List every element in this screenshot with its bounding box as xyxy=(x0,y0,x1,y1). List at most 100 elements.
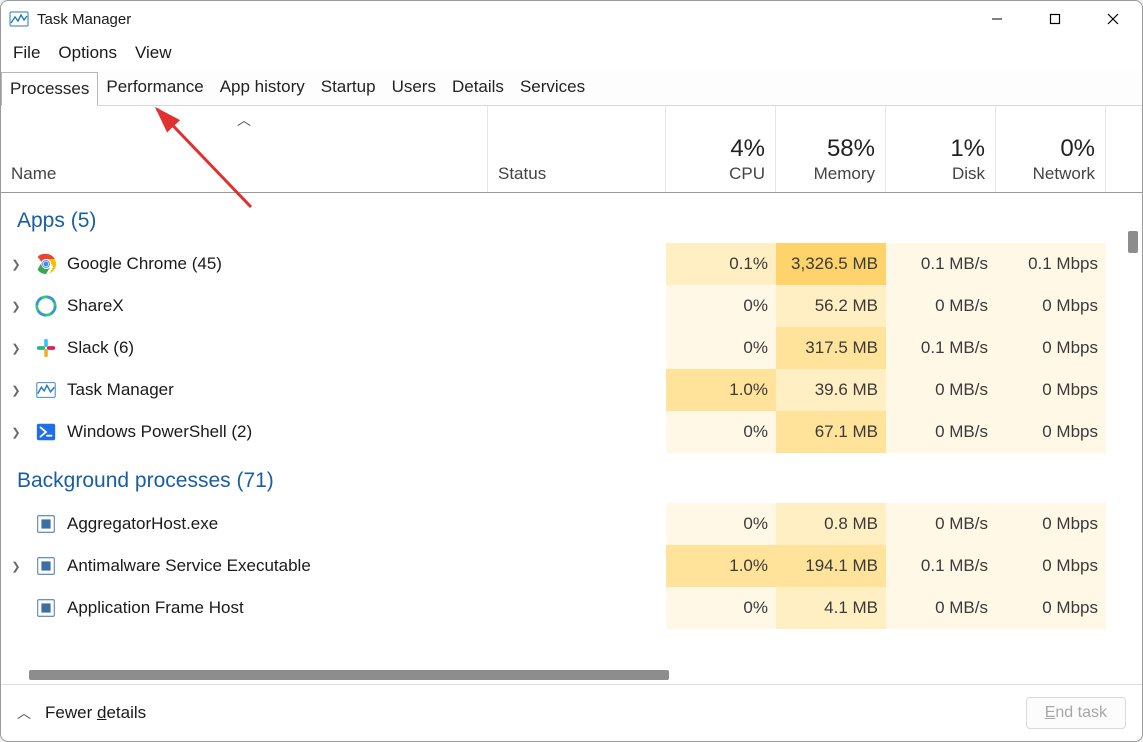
cell-status xyxy=(488,545,666,587)
cell-name: ❯Windows PowerShell (2) xyxy=(1,411,488,453)
cell-name: ❯ Task Manager xyxy=(1,369,488,411)
process-row[interactable]: ❯Task Manager1.0%39.6 MB0 MB/s0 Mbps xyxy=(1,369,1124,411)
process-icon xyxy=(35,253,57,275)
cell-network: 0 Mbps xyxy=(996,587,1106,629)
header-disk[interactable]: 1% Disk xyxy=(886,106,996,192)
cell-name: AggregatorHost.exe xyxy=(1,503,488,545)
process-row[interactable]: Application Frame Host0%4.1 MB0 MB/s0 Mb… xyxy=(1,587,1124,629)
menu-file[interactable]: File xyxy=(7,39,52,67)
cell-status xyxy=(488,411,666,453)
cell-memory: 4.1 MB xyxy=(776,587,886,629)
header-status[interactable]: Status xyxy=(488,106,666,192)
cell-cpu: 0.1% xyxy=(666,243,776,285)
chevron-up-icon: ︿ xyxy=(17,703,31,723)
tab-app-history[interactable]: App history xyxy=(212,71,313,105)
footer-bar: ︿ Fewer details End task xyxy=(1,684,1142,741)
cell-network: 0 Mbps xyxy=(996,545,1106,587)
process-icon xyxy=(35,555,57,577)
header-cpu-value: 4% xyxy=(730,135,765,164)
cell-cpu: 0% xyxy=(666,503,776,545)
fewer-details-label: Fewer details xyxy=(45,703,146,723)
vertical-scroll-thumb[interactable] xyxy=(1128,231,1138,253)
header-network-label: Network xyxy=(1033,164,1095,184)
cell-network: 0 Mbps xyxy=(996,369,1106,411)
titlebar-left: Task Manager xyxy=(9,9,131,29)
tab-services[interactable]: Services xyxy=(512,71,593,105)
cell-disk: 0.1 MB/s xyxy=(886,243,996,285)
process-row[interactable]: ❯Google Chrome (45)0.1%3,326.5 MB0.1 MB/… xyxy=(1,243,1124,285)
process-icon xyxy=(35,597,57,619)
header-network-value: 0% xyxy=(1060,135,1095,164)
process-row[interactable]: ❯ShareX0%56.2 MB0 MB/s0 Mbps xyxy=(1,285,1124,327)
tab-startup[interactable]: Startup xyxy=(313,71,384,105)
cell-network: 0.1 Mbps xyxy=(996,243,1106,285)
cell-status xyxy=(488,243,666,285)
cell-name: ❯ Google Chrome (45) xyxy=(1,243,488,285)
cell-name: ❯ Antimalware Service Executable xyxy=(1,545,488,587)
process-name: Task Manager xyxy=(67,380,174,400)
close-button[interactable] xyxy=(1084,1,1142,37)
cell-name: ❯ ShareX xyxy=(1,285,488,327)
sort-caret-icon: ︿ xyxy=(237,110,251,130)
header-name-label: Name xyxy=(11,164,477,184)
horizontal-scroll-thumb[interactable] xyxy=(29,670,669,680)
process-name: Antimalware Service Executable xyxy=(67,556,311,576)
window-title: Task Manager xyxy=(37,11,131,28)
process-icon xyxy=(35,513,57,535)
tab-performance[interactable]: Performance xyxy=(98,71,211,105)
expand-chevron-icon[interactable]: ❯ xyxy=(7,300,25,313)
cell-cpu: 0% xyxy=(666,411,776,453)
header-network[interactable]: 0% Network xyxy=(996,106,1106,192)
cell-name: ❯Slack (6) xyxy=(1,327,488,369)
group-header[interactable]: Background processes (71) xyxy=(1,453,1124,503)
window-controls xyxy=(968,1,1142,37)
header-memory[interactable]: 58% Memory xyxy=(776,106,886,192)
tab-processes[interactable]: Processes xyxy=(1,72,98,106)
expand-chevron-icon[interactable]: ❯ xyxy=(7,560,25,573)
header-name[interactable]: ︿ Name xyxy=(1,106,488,192)
process-list-viewport: Apps (5)❯Google Chrome (45)0.1%3,326.5 M… xyxy=(1,193,1142,684)
process-row[interactable]: ❯Slack (6)0%317.5 MB0.1 MB/s0 Mbps xyxy=(1,327,1124,369)
cell-memory: 0.8 MB xyxy=(776,503,886,545)
process-row[interactable]: ❯Antimalware Service Executable1.0%194.1… xyxy=(1,545,1124,587)
cell-memory: 67.1 MB xyxy=(776,411,886,453)
tab-details[interactable]: Details xyxy=(444,71,512,105)
process-name: ShareX xyxy=(67,296,124,316)
process-icon xyxy=(35,337,57,359)
process-row[interactable]: AggregatorHost.exe0%0.8 MB0 MB/s0 Mbps xyxy=(1,503,1124,545)
cell-disk: 0.1 MB/s xyxy=(886,545,996,587)
header-disk-value: 1% xyxy=(950,135,985,164)
cell-status xyxy=(488,503,666,545)
task-manager-icon xyxy=(9,9,29,29)
header-status-label: Status xyxy=(498,164,655,184)
expand-chevron-icon[interactable]: ❯ xyxy=(7,426,25,439)
end-task-button[interactable]: End task xyxy=(1026,697,1126,729)
cell-status xyxy=(488,285,666,327)
tab-users[interactable]: Users xyxy=(384,71,444,105)
expand-chevron-icon[interactable]: ❯ xyxy=(7,384,25,397)
minimize-button[interactable] xyxy=(968,1,1026,37)
cell-cpu: 0% xyxy=(666,587,776,629)
cell-memory: 317.5 MB xyxy=(776,327,886,369)
group-header[interactable]: Apps (5) xyxy=(1,193,1124,243)
cell-status xyxy=(488,369,666,411)
titlebar: Task Manager xyxy=(1,1,1142,37)
header-cpu[interactable]: 4% CPU xyxy=(666,106,776,192)
expand-chevron-icon[interactable]: ❯ xyxy=(7,258,25,271)
process-row[interactable]: ❯Windows PowerShell (2)0%67.1 MB0 MB/s0 … xyxy=(1,411,1124,453)
header-memory-value: 58% xyxy=(827,135,875,164)
cell-disk: 0.1 MB/s xyxy=(886,327,996,369)
process-name: Google Chrome (45) xyxy=(67,254,222,274)
fewer-details-toggle[interactable]: ︿ Fewer details xyxy=(17,703,146,723)
vertical-scrollbar[interactable] xyxy=(1126,197,1140,662)
cell-disk: 0 MB/s xyxy=(886,369,996,411)
horizontal-scrollbar[interactable] xyxy=(7,668,1120,682)
cell-status xyxy=(488,587,666,629)
cell-network: 0 Mbps xyxy=(996,285,1106,327)
process-icon xyxy=(35,421,57,443)
menu-view[interactable]: View xyxy=(129,39,184,67)
menu-options[interactable]: Options xyxy=(52,39,129,67)
process-icon xyxy=(35,295,57,317)
expand-chevron-icon[interactable]: ❯ xyxy=(7,342,25,355)
maximize-button[interactable] xyxy=(1026,1,1084,37)
